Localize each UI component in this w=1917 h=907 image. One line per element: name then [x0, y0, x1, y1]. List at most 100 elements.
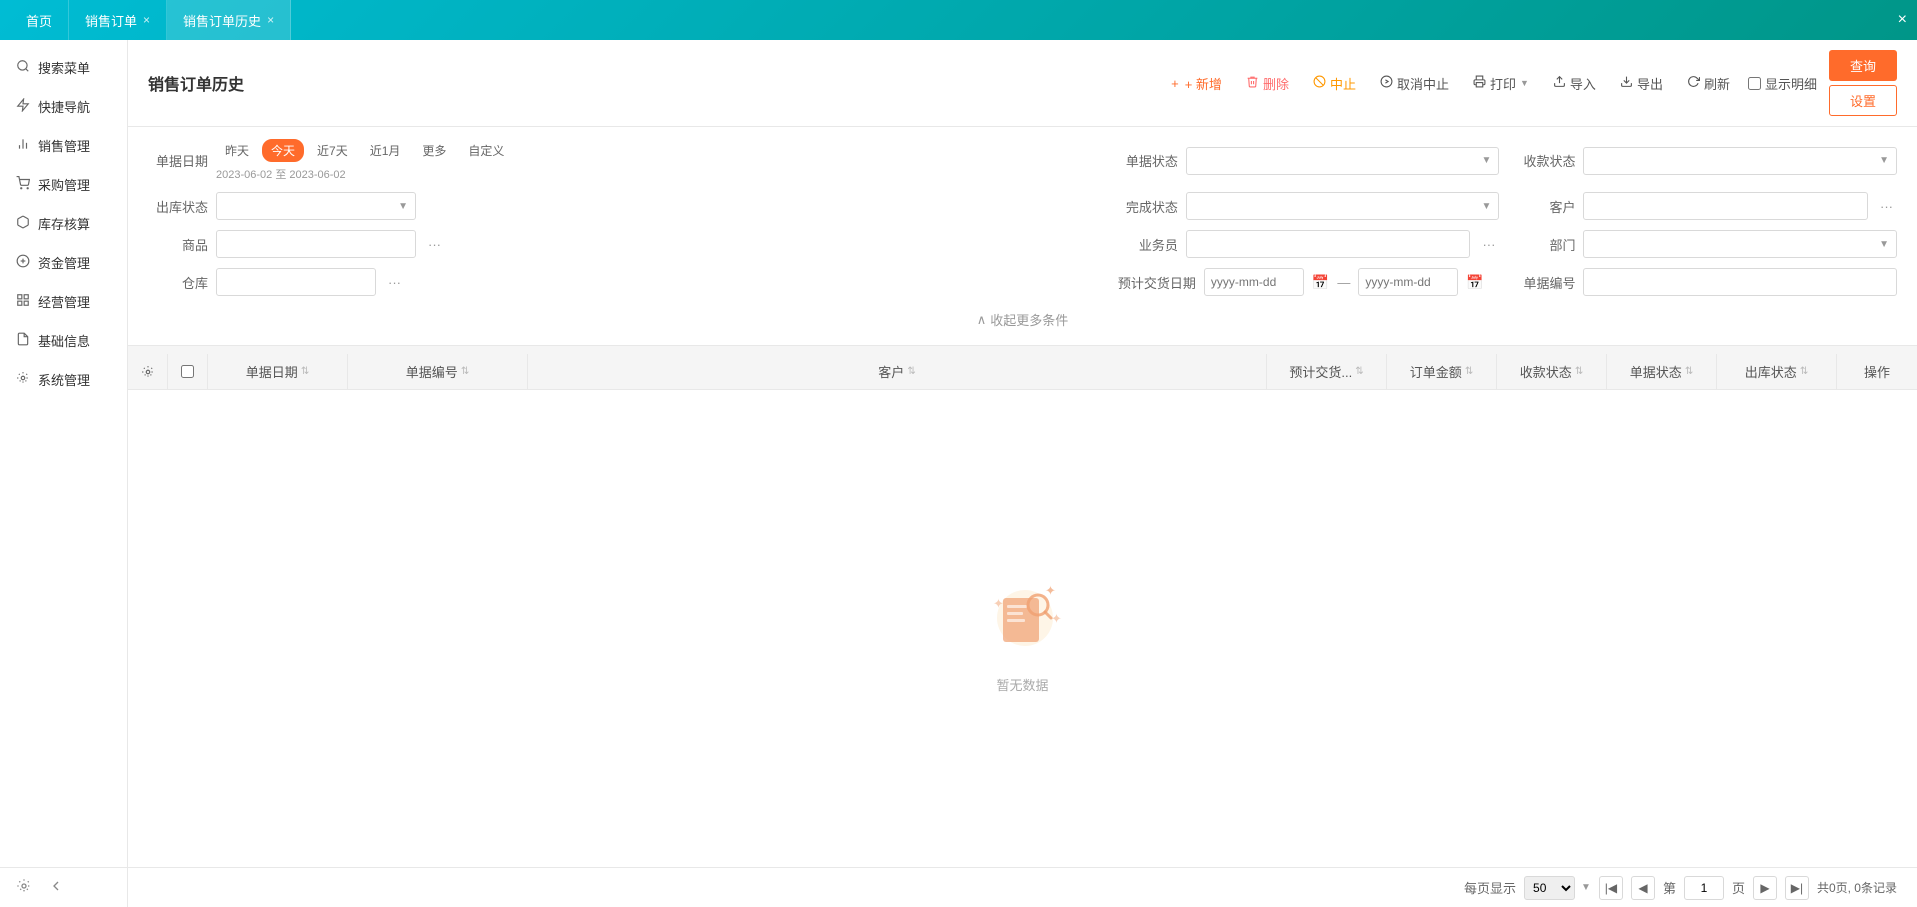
- new-icon: +: [1171, 76, 1179, 91]
- date-btn-today[interactable]: 今天: [262, 139, 304, 162]
- tab-close-sales-order[interactable]: ×: [143, 13, 150, 27]
- goods-ellipsis-btn[interactable]: ···: [424, 237, 445, 252]
- stop-button[interactable]: 中止: [1307, 70, 1362, 97]
- sidebar-item-purchase-mgmt[interactable]: 采购管理: [0, 165, 127, 204]
- toolbar: + + 新增 删除 中止: [1165, 50, 1897, 116]
- sidebar-item-system-mgmt[interactable]: 系统管理: [0, 360, 127, 399]
- import-button[interactable]: 导入: [1547, 70, 1602, 97]
- receipt-status-label: 收款状态: [1515, 151, 1575, 170]
- date-range-display: 2023-06-02 至 2023-06-02: [216, 166, 513, 182]
- receipt-status-select[interactable]: [1583, 147, 1897, 175]
- content: 销售订单历史 + + 新增 删除 中止: [128, 40, 1917, 907]
- th-warehouse-status[interactable]: 出库状态 ⇅: [1717, 354, 1837, 389]
- department-select[interactable]: [1583, 230, 1897, 258]
- sidebar-item-basic-info[interactable]: 基础信息: [0, 321, 127, 360]
- no-sort-icon: ⇅: [461, 366, 469, 377]
- tab-home[interactable]: 首页: [10, 0, 69, 40]
- display-columns-checkbox[interactable]: [1748, 77, 1761, 90]
- warehouse-status-label: 出库状态: [148, 197, 208, 216]
- salesperson-ellipsis-btn[interactable]: ···: [1478, 237, 1499, 252]
- customer-input[interactable]: [1583, 192, 1868, 220]
- page-number-input[interactable]: [1684, 876, 1724, 900]
- capital-mgmt-icon: [16, 254, 30, 271]
- goods-input[interactable]: [216, 230, 416, 258]
- warehouse-status-select[interactable]: [216, 192, 416, 220]
- sidebar-item-inventory-calc[interactable]: 库存核算: [0, 204, 127, 243]
- th-amount[interactable]: 订单金额 ⇅: [1387, 354, 1497, 389]
- prev-page-button[interactable]: ◀: [1631, 876, 1655, 900]
- customer-sort-icon: ⇅: [907, 366, 915, 377]
- receipt-status-filter: 收款状态 ▼: [1515, 147, 1897, 175]
- th-settings[interactable]: [128, 354, 168, 389]
- table-header: 单据日期 ⇅ 单据编号 ⇅ 客户 ⇅ 预计交货... ⇅ 订单金额 ⇅: [128, 354, 1917, 390]
- delivery-date-start-input[interactable]: [1204, 268, 1304, 296]
- customer-label: 客户: [1515, 197, 1575, 216]
- warehouse-input[interactable]: [216, 268, 376, 296]
- select-all-checkbox[interactable]: [181, 365, 194, 378]
- completion-status-filter: 完成状态 ▼: [1118, 192, 1500, 220]
- print-button[interactable]: 打印 ▼: [1467, 70, 1535, 97]
- new-button[interactable]: + + 新增: [1165, 70, 1228, 97]
- calendar-end-icon[interactable]: 📅: [1466, 274, 1483, 291]
- display-columns-toggle[interactable]: 显示明细: [1748, 74, 1817, 93]
- tab-sales-order[interactable]: 销售订单 ×: [69, 0, 167, 40]
- order-status-select[interactable]: [1186, 147, 1500, 175]
- delete-button[interactable]: 删除: [1240, 70, 1295, 97]
- per-page-select[interactable]: 50 10 20 100: [1524, 876, 1575, 900]
- date-btn-1month[interactable]: 近1月: [361, 139, 410, 162]
- collapse-bar[interactable]: ∧ 收起更多条件: [148, 306, 1897, 333]
- svg-text:✦: ✦: [1045, 583, 1056, 598]
- completion-status-select[interactable]: [1186, 192, 1500, 220]
- export-button[interactable]: 导出: [1614, 70, 1669, 97]
- filter-row-1: 单据日期 昨天 今天 近7天 近1月 更多 自定义 2023-06-02 至 2…: [148, 139, 1897, 182]
- last-page-button[interactable]: ▶|: [1785, 876, 1809, 900]
- th-delivery[interactable]: 预计交货... ⇅: [1267, 354, 1387, 389]
- department-label: 部门: [1515, 235, 1575, 254]
- svg-text:✦: ✦: [993, 596, 1004, 611]
- sidebar-bottom: [0, 867, 127, 907]
- query-button[interactable]: 查询: [1829, 50, 1897, 81]
- sidebar-item-capital-mgmt[interactable]: 资金管理: [0, 243, 127, 282]
- date-btn-custom[interactable]: 自定义: [459, 139, 513, 162]
- th-customer[interactable]: 客户 ⇅: [528, 354, 1267, 389]
- chevron-down-icon: ▼: [1581, 882, 1591, 893]
- next-page-button[interactable]: ▶: [1753, 876, 1777, 900]
- th-order-status[interactable]: 单据状态 ⇅: [1607, 354, 1717, 389]
- tab-sales-order-history[interactable]: 销售订单历史 ×: [167, 0, 291, 40]
- cancel-stop-button[interactable]: 取消中止: [1374, 70, 1455, 97]
- warehouse-status-sort-icon: ⇅: [1800, 366, 1808, 377]
- filter-row-4: 仓库 ··· 预计交货日期 📅 — 📅 单据编号: [148, 268, 1897, 296]
- th-date[interactable]: 单据日期 ⇅: [208, 354, 348, 389]
- sidebar-item-search-menu[interactable]: 搜索菜单: [0, 48, 127, 87]
- th-no[interactable]: 单据编号 ⇅: [348, 354, 528, 389]
- delivery-date-end-input[interactable]: [1358, 268, 1458, 296]
- customer-ellipsis-btn[interactable]: ···: [1876, 199, 1897, 214]
- date-btn-yesterday[interactable]: 昨天: [216, 139, 258, 162]
- date-btn-more[interactable]: 更多: [413, 139, 455, 162]
- order-status-filter: 单据状态 ▼: [1118, 147, 1500, 175]
- table-section: 单据日期 ⇅ 单据编号 ⇅ 客户 ⇅ 预计交货... ⇅ 订单金额 ⇅: [128, 354, 1917, 867]
- sidebar-settings-icon[interactable]: [16, 878, 32, 897]
- th-receipt-status[interactable]: 收款状态 ⇅: [1497, 354, 1607, 389]
- order-no-input[interactable]: [1583, 268, 1897, 296]
- delete-icon: [1246, 75, 1259, 91]
- salesperson-input[interactable]: [1186, 230, 1471, 258]
- sidebar-item-sales-mgmt[interactable]: 销售管理: [0, 126, 127, 165]
- window-close-button[interactable]: ×: [1898, 11, 1907, 29]
- sidebar-collapse-icon[interactable]: [48, 878, 64, 897]
- set-button[interactable]: 设置: [1829, 85, 1897, 116]
- quick-nav-icon: [16, 98, 30, 115]
- page-prefix-label: 第: [1663, 878, 1676, 897]
- date-btn-7days[interactable]: 近7天: [308, 139, 357, 162]
- calendar-start-icon[interactable]: 📅: [1312, 274, 1329, 291]
- refresh-button[interactable]: 刷新: [1681, 70, 1736, 97]
- warehouse-ellipsis-btn[interactable]: ···: [384, 275, 405, 290]
- first-page-button[interactable]: |◀: [1599, 876, 1623, 900]
- page-title: 销售订单历史: [148, 71, 244, 95]
- sidebar-item-operation-mgmt[interactable]: 经营管理: [0, 282, 127, 321]
- sidebar-item-quick-nav[interactable]: 快捷导航: [0, 87, 127, 126]
- tab-close-sales-order-history[interactable]: ×: [267, 13, 274, 27]
- goods-label: 商品: [148, 235, 208, 254]
- th-checkbox[interactable]: [168, 354, 208, 389]
- warehouse-status-select-wrapper: ▼: [216, 192, 416, 220]
